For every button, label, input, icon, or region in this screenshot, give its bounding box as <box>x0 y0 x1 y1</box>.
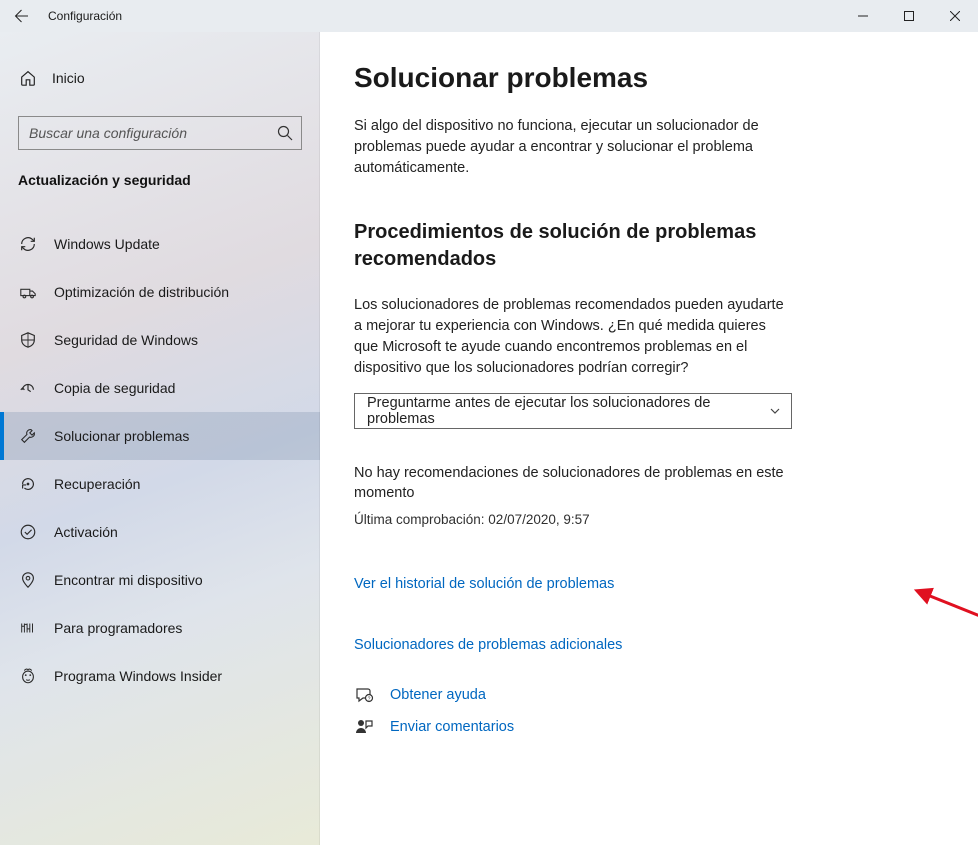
view-history-link[interactable]: Ver el historial de solución de problema… <box>354 576 614 592</box>
sidebar-item-label: Solucionar problemas <box>54 428 189 444</box>
sidebar-nav: Windows Update Optimización de distribuc… <box>0 220 320 700</box>
home-icon <box>18 68 38 88</box>
main-content: Solucionar problemas Si algo del disposi… <box>320 32 978 845</box>
search-icon <box>277 125 293 141</box>
back-arrow-icon <box>14 8 30 24</box>
sidebar-item-label: Para programadores <box>54 620 182 636</box>
sync-icon <box>18 234 38 254</box>
section-heading: Procedimientos de solución de problemas … <box>354 219 784 273</box>
sidebar-item-troubleshoot[interactable]: Solucionar problemas <box>0 412 320 460</box>
sidebar-item-label: Recuperación <box>54 476 140 492</box>
search-box[interactable] <box>18 116 302 150</box>
svg-text:?: ? <box>368 696 371 702</box>
location-icon <box>18 570 38 590</box>
sidebar-item-backup[interactable]: Copia de seguridad <box>0 364 320 412</box>
activation-icon <box>18 522 38 542</box>
home-button[interactable]: Inicio <box>0 58 320 98</box>
feedback-icon <box>354 717 374 737</box>
sidebar-item-delivery-optimization[interactable]: Optimización de distribución <box>0 268 320 316</box>
sidebar-item-label: Copia de seguridad <box>54 380 175 396</box>
close-icon <box>950 11 960 21</box>
sidebar-item-label: Programa Windows Insider <box>54 668 222 684</box>
send-feedback-link: Enviar comentarios <box>390 719 514 735</box>
get-help-row[interactable]: ? Obtener ayuda <box>354 685 944 705</box>
sidebar: Inicio Actualización y seguridad Windows… <box>0 32 320 845</box>
get-help-link: Obtener ayuda <box>390 687 486 703</box>
sidebar-item-label: Windows Update <box>54 236 160 252</box>
chevron-down-icon <box>769 405 781 417</box>
developers-icon <box>18 618 38 638</box>
sidebar-item-label: Seguridad de Windows <box>54 332 198 348</box>
sidebar-item-windows-insider[interactable]: Programa Windows Insider <box>0 652 320 700</box>
window-title: Configuración <box>44 9 122 23</box>
settings-window: Configuración Inicio Actualización y seg… <box>0 0 978 845</box>
sidebar-item-activation[interactable]: Activación <box>0 508 320 556</box>
maximize-button[interactable] <box>886 0 932 32</box>
window-body: Inicio Actualización y seguridad Windows… <box>0 32 978 845</box>
no-recommendations-text: No hay recomendaciones de solucionadores… <box>354 463 784 504</box>
recovery-icon <box>18 474 38 494</box>
delivery-icon <box>18 282 38 302</box>
page-lead: Si algo del dispositivo no funciona, eje… <box>354 116 784 179</box>
maximize-icon <box>904 11 914 21</box>
close-button[interactable] <box>932 0 978 32</box>
minimize-button[interactable] <box>840 0 886 32</box>
section-body: Los solucionadores de problemas recomend… <box>354 295 794 379</box>
last-check-text: Última comprobación: 02/07/2020, 9:57 <box>354 512 944 527</box>
sidebar-item-label: Optimización de distribución <box>54 284 229 300</box>
send-feedback-row[interactable]: Enviar comentarios <box>354 717 944 737</box>
sidebar-item-label: Encontrar mi dispositivo <box>54 572 203 588</box>
sidebar-item-for-developers[interactable]: Para programadores <box>0 604 320 652</box>
sidebar-item-recovery[interactable]: Recuperación <box>0 460 320 508</box>
home-label: Inicio <box>52 70 85 86</box>
page-title: Solucionar problemas <box>354 62 944 94</box>
backup-icon <box>18 378 38 398</box>
shield-icon <box>18 330 38 350</box>
window-controls <box>840 0 978 32</box>
select-value: Preguntarme antes de ejecutar los soluci… <box>367 395 769 427</box>
titlebar: Configuración <box>0 0 978 32</box>
sidebar-item-find-my-device[interactable]: Encontrar mi dispositivo <box>0 556 320 604</box>
insider-icon <box>18 666 38 686</box>
wrench-icon <box>18 426 38 446</box>
annotation-arrow <box>910 584 978 684</box>
back-button[interactable] <box>0 0 44 32</box>
get-help-icon: ? <box>354 685 374 705</box>
troubleshoot-mode-select[interactable]: Preguntarme antes de ejecutar los soluci… <box>354 393 792 429</box>
search-input[interactable] <box>29 125 277 141</box>
sidebar-item-windows-update[interactable]: Windows Update <box>0 220 320 268</box>
additional-troubleshooters-link[interactable]: Solucionadores de problemas adicionales <box>354 637 622 653</box>
sidebar-item-windows-security[interactable]: Seguridad de Windows <box>0 316 320 364</box>
minimize-icon <box>858 11 868 21</box>
category-title: Actualización y seguridad <box>0 172 320 188</box>
sidebar-item-label: Activación <box>54 524 118 540</box>
